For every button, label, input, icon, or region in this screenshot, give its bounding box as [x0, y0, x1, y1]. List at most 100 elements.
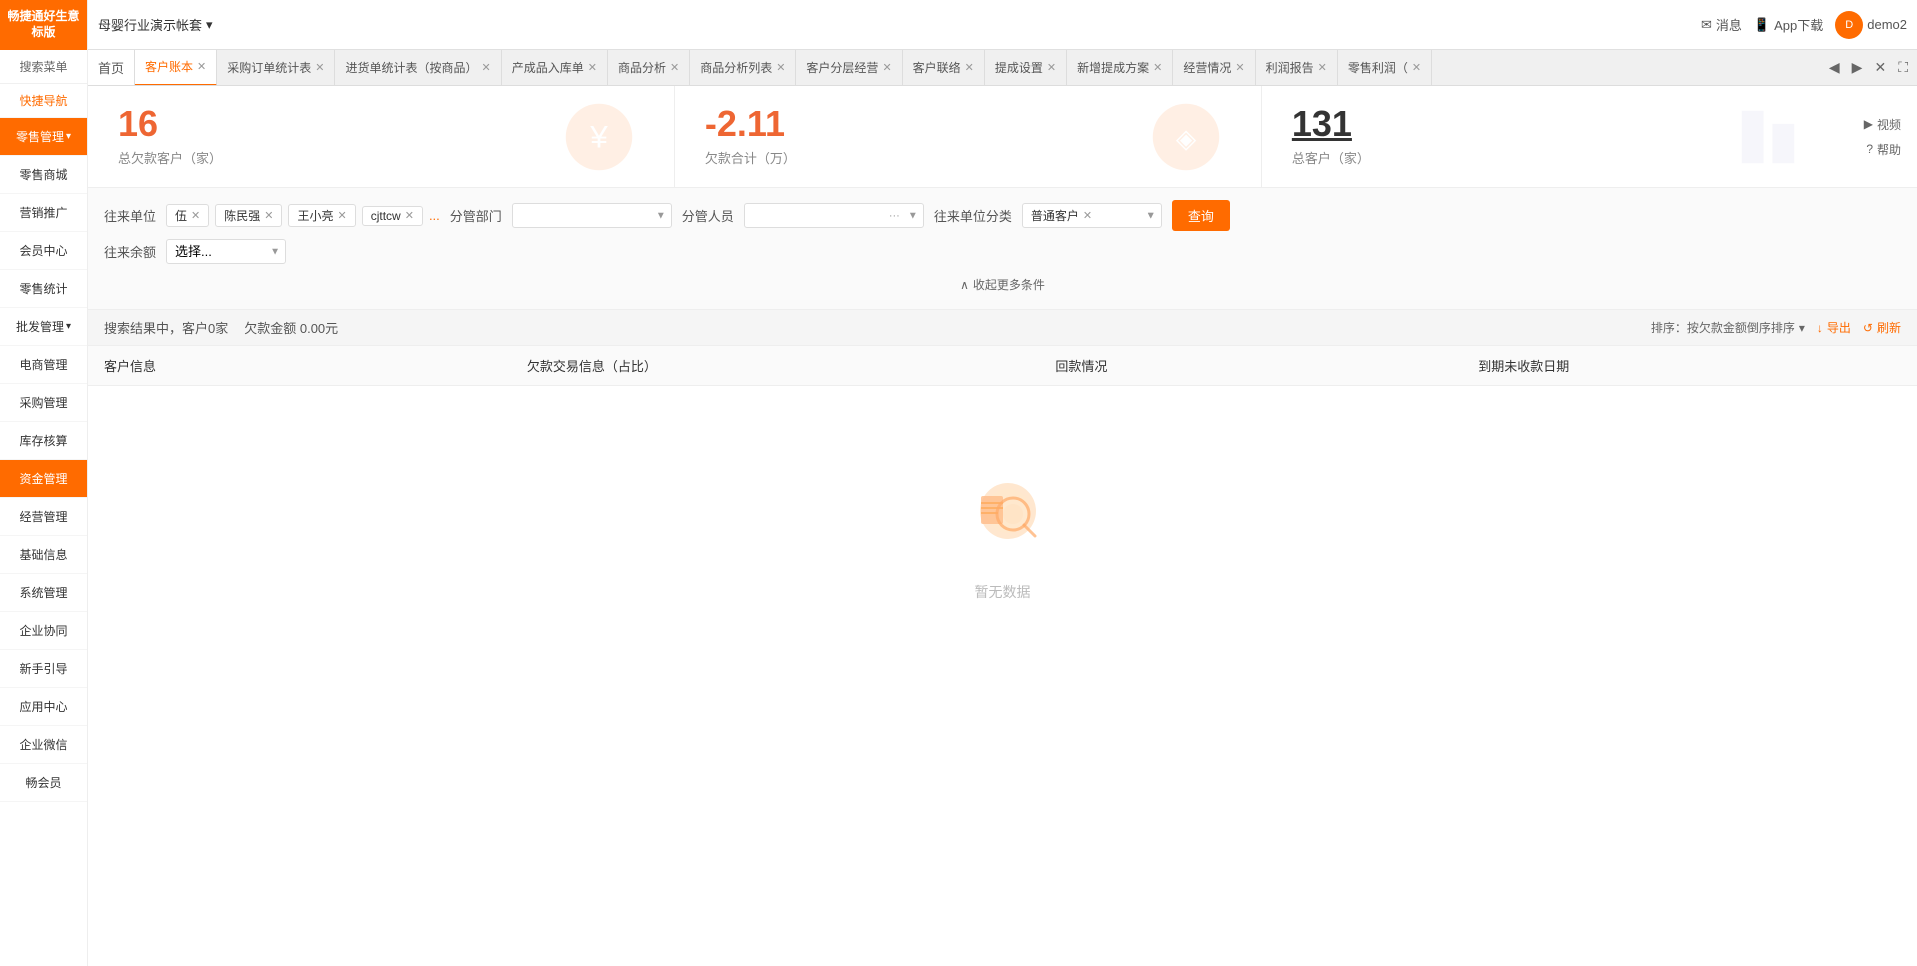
- tab-new-improve[interactable]: 新增提成方案 ✕: [1067, 50, 1173, 86]
- total-debtors-value: 16: [118, 106, 158, 142]
- tab-production-inbound[interactable]: 产成品入库单 ✕: [502, 50, 608, 86]
- unit-filter-more[interactable]: ...: [429, 208, 440, 223]
- sidebar-item-operation[interactable]: 经营管理: [0, 498, 87, 536]
- person-filter-label: 分管人员: [682, 206, 734, 225]
- total-debtors-label: 总欠款客户（家）: [118, 148, 222, 167]
- filter-row-1: 往来单位 伍 ✕ 陈民强 ✕ 王小亮 ✕ cjttcw: [104, 200, 1901, 231]
- sidebar-item-system[interactable]: 系统管理: [0, 574, 87, 612]
- result-amount: 欠款金额 0.00元: [244, 318, 338, 337]
- sort-label: 排序：按欠款金额倒序排序: [1651, 319, 1795, 336]
- sidebar-item-retail-mgmt[interactable]: 零售管理 ▾: [0, 118, 87, 156]
- unit-tag-wu: 伍 ✕: [166, 204, 209, 227]
- unit-tag-cjttcw: cjttcw ✕: [362, 206, 423, 226]
- tab-profit-report[interactable]: 利润报告 ✕: [1256, 50, 1338, 86]
- sidebar-item-newbie[interactable]: 新手引导: [0, 650, 87, 688]
- sidebar-item-app-center[interactable]: 应用中心: [0, 688, 87, 726]
- remove-unit-tag-wang[interactable]: ✕: [338, 209, 347, 222]
- remove-unit-tag-wu[interactable]: ✕: [191, 209, 200, 222]
- avatar: D: [1835, 11, 1863, 39]
- tab-inbound-stats[interactable]: 进货单统计表（按商品） ✕: [335, 50, 501, 86]
- close-tab-retail-profit[interactable]: ✕: [1412, 61, 1421, 74]
- tab-retail-profit[interactable]: 零售利润（ ✕: [1338, 50, 1432, 86]
- sidebar-item-member[interactable]: 会员中心: [0, 232, 87, 270]
- sidebar-item-marketing[interactable]: 营销推广: [0, 194, 87, 232]
- col-header-customer: 客户信息: [104, 356, 527, 375]
- close-tab-customer-segment[interactable]: ✕: [882, 61, 891, 74]
- close-tab-production[interactable]: ✕: [588, 61, 597, 74]
- help-btn[interactable]: ? 帮助: [1866, 141, 1901, 158]
- close-all-tabs-btn[interactable]: ✕: [1870, 57, 1890, 78]
- result-bar-left: 搜索结果中，客户0家 欠款金额 0.00元: [104, 318, 338, 337]
- close-tab-product-analysis[interactable]: ✕: [670, 61, 679, 74]
- summary-card-total-debtors: ¥ 16 总欠款客户（家）: [88, 86, 675, 187]
- tab-improve-settings[interactable]: 提成设置 ✕: [985, 50, 1067, 86]
- total-customers-label: 总客户（家）: [1292, 148, 1370, 167]
- close-tab-purchase-order[interactable]: ✕: [315, 61, 324, 74]
- sort-btn[interactable]: 排序：按欠款金额倒序排序 ▾: [1651, 319, 1805, 336]
- dept-filter-input[interactable]: [512, 203, 672, 228]
- sidebar-item-retail-stats[interactable]: 零售统计: [0, 270, 87, 308]
- app-download-btn[interactable]: 📱 App下载: [1754, 15, 1823, 34]
- balance-filter-label: 往来余额: [104, 242, 156, 261]
- sidebar-item-retail-mall[interactable]: 零售商城: [0, 156, 87, 194]
- collapse-filters-btn[interactable]: ∧ 收起更多条件: [104, 272, 1901, 297]
- close-tab-customer-contact[interactable]: ✕: [965, 61, 974, 74]
- tab-customer-account[interactable]: 客户账本 ✕: [135, 50, 217, 86]
- search-menu[interactable]: 搜索菜单: [0, 50, 87, 84]
- topbar-left: 母婴行业演示帐套 ▾: [98, 15, 213, 34]
- next-tab-btn[interactable]: ▶: [1848, 57, 1867, 78]
- tab-product-analysis-list[interactable]: 商品分析列表 ✕: [690, 50, 796, 86]
- tab-product-analysis[interactable]: 商品分析 ✕: [608, 50, 690, 86]
- sidebar-item-premium[interactable]: 畅会员: [0, 764, 87, 802]
- refresh-btn[interactable]: ↺ 刷新: [1863, 319, 1901, 336]
- sidebar-item-finance[interactable]: 资金管理: [0, 460, 87, 498]
- production-tab-label: 产成品入库单: [512, 59, 584, 76]
- video-btn[interactable]: ▶ 视频: [1864, 116, 1901, 133]
- prev-tab-btn[interactable]: ◀: [1825, 57, 1844, 78]
- remove-unit-tag-cjttcw[interactable]: ✕: [405, 209, 414, 222]
- tab-operation-status[interactable]: 经营情况 ✕: [1173, 50, 1255, 86]
- account-dropdown[interactable]: 母婴行业演示帐套 ▾: [98, 15, 213, 34]
- sidebar-item-enterprise[interactable]: 企业协同: [0, 612, 87, 650]
- unit-tag-chen: 陈民强 ✕: [215, 204, 282, 227]
- sidebar-item-wechat[interactable]: 企业微信: [0, 726, 87, 764]
- purchase-order-tab-label: 采购订单统计表: [227, 59, 311, 76]
- person-filter-more-icon: ···: [889, 210, 900, 222]
- close-tab-customer-account[interactable]: ✕: [197, 60, 206, 73]
- user-avatar-area[interactable]: D demo2: [1835, 11, 1907, 39]
- close-tab-improve[interactable]: ✕: [1047, 61, 1056, 74]
- quick-nav[interactable]: 快捷导航: [0, 84, 87, 118]
- remove-unit-tag-chen[interactable]: ✕: [264, 209, 273, 222]
- dropdown-icon: ▾: [206, 17, 213, 33]
- close-tab-product-list[interactable]: ✕: [776, 61, 785, 74]
- tab-home[interactable]: 首页: [88, 50, 135, 86]
- balance-select[interactable]: 选择...: [166, 239, 286, 264]
- close-tab-new-improve[interactable]: ✕: [1153, 61, 1162, 74]
- close-tab-operation[interactable]: ✕: [1235, 61, 1244, 74]
- sidebar-item-purchase[interactable]: 采购管理: [0, 384, 87, 422]
- product-analysis-tab-label: 商品分析: [618, 59, 666, 76]
- fullscreen-btn[interactable]: ⛶: [1894, 57, 1912, 78]
- tab-customer-contact[interactable]: 客户联络 ✕: [903, 50, 985, 86]
- close-tab-inbound[interactable]: ✕: [482, 61, 491, 74]
- message-btn[interactable]: ✉ 消息: [1701, 15, 1742, 34]
- export-btn[interactable]: ↓ 导出: [1817, 319, 1851, 336]
- export-icon: ↓: [1817, 321, 1823, 335]
- sidebar-item-wholesale-mgmt[interactable]: 批发管理 ▾: [0, 308, 87, 346]
- tab-purchase-order-stats[interactable]: 采购订单统计表 ✕: [217, 50, 335, 86]
- category-filter-label: 往来单位分类: [934, 206, 1012, 225]
- message-label: 消息: [1716, 15, 1742, 34]
- sidebar-item-basic-info[interactable]: 基础信息: [0, 536, 87, 574]
- remove-category-tag[interactable]: ✕: [1083, 209, 1092, 222]
- tab-customer-segment[interactable]: 客户分层经营 ✕: [796, 50, 902, 86]
- search-button[interactable]: 查询: [1172, 200, 1230, 231]
- inbound-tab-label: 进货单统计表（按商品）: [345, 59, 477, 76]
- close-tab-profit[interactable]: ✕: [1318, 61, 1327, 74]
- export-label: 导出: [1827, 319, 1851, 336]
- filter-row-2: 往来余额 选择...: [104, 239, 1901, 264]
- sidebar-item-inventory[interactable]: 库存核算: [0, 422, 87, 460]
- refresh-label: 刷新: [1877, 319, 1901, 336]
- main-area: 母婴行业演示帐套 ▾ ✉ 消息 📱 App下载 D demo2 首页 客户账本: [88, 0, 1917, 966]
- sidebar-item-ecommerce[interactable]: 电商管理: [0, 346, 87, 384]
- category-dropdown-icon: ▾: [1148, 210, 1153, 221]
